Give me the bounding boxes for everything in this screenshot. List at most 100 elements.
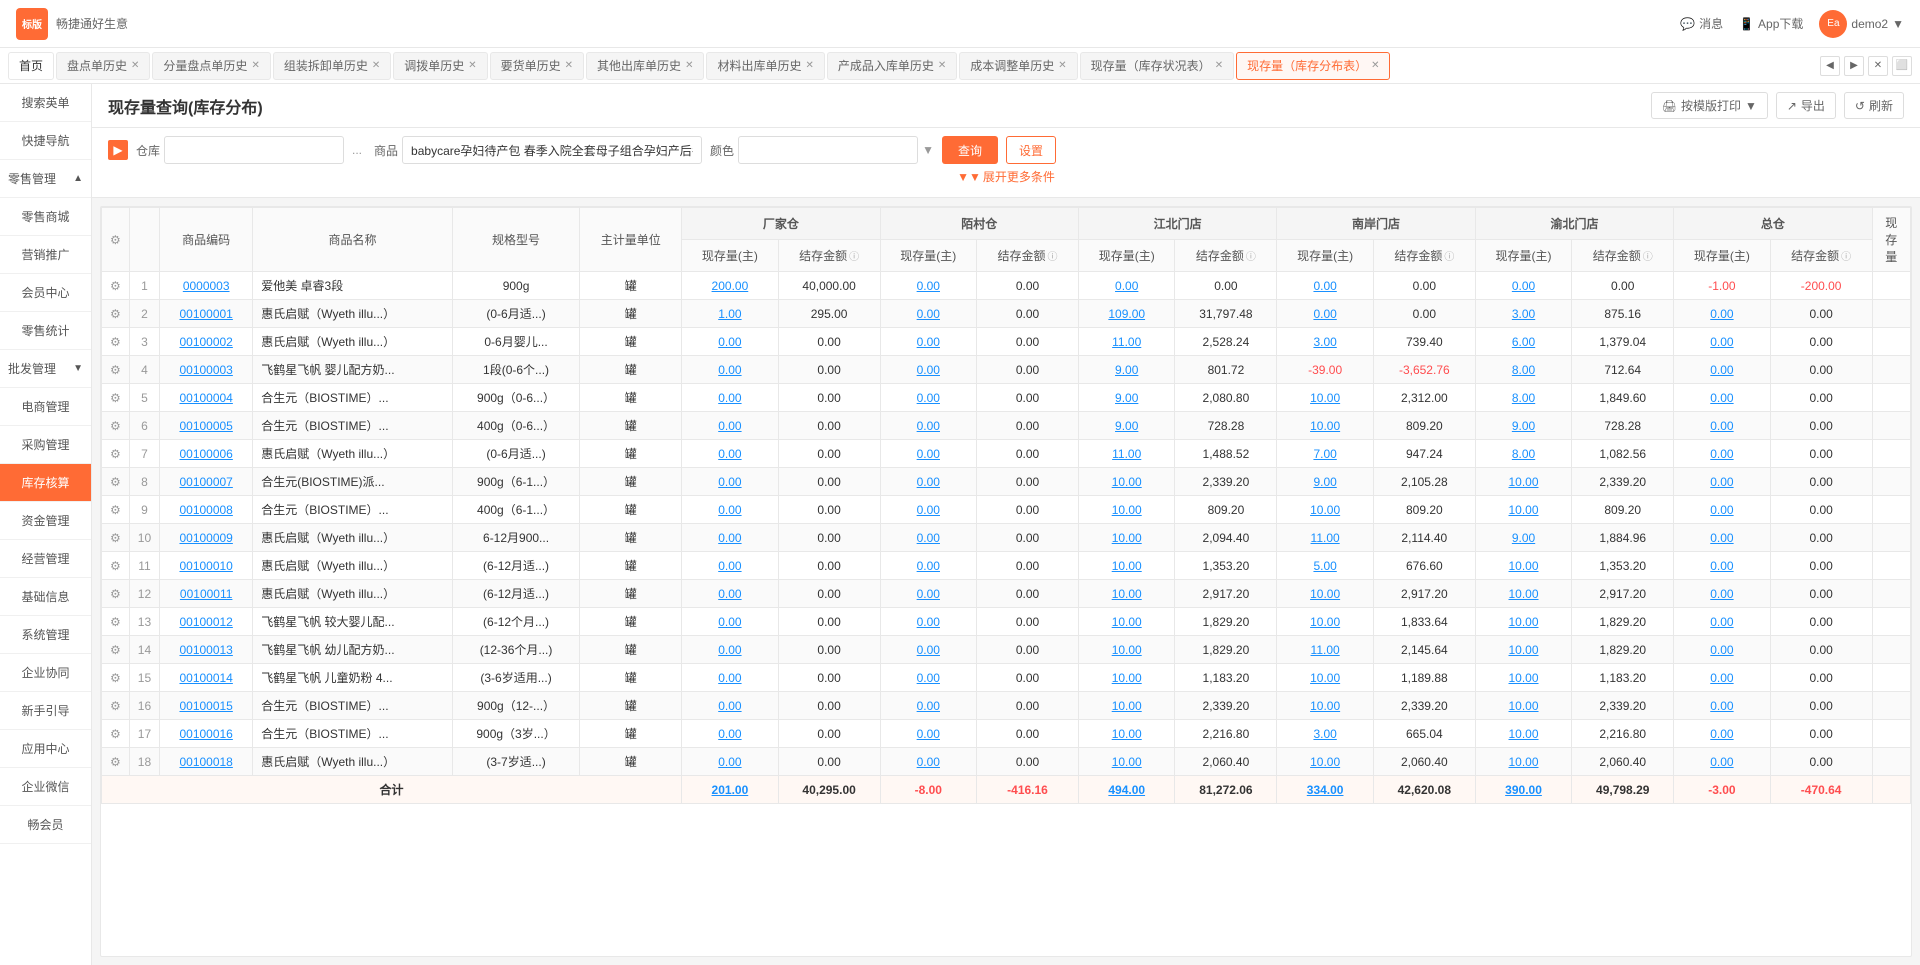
col-yb-qty[interactable]: 6.00	[1475, 328, 1572, 356]
col-fj-qty[interactable]: 0.00	[682, 384, 779, 412]
tab-pandian[interactable]: 盘点单历史 ✕	[56, 52, 150, 80]
row-settings-icon[interactable]: ⚙	[110, 307, 121, 321]
col-jb-qty[interactable]: 10.00	[1078, 524, 1175, 552]
row-settings-icon[interactable]: ⚙	[110, 671, 121, 685]
user-profile[interactable]: Ea demo2 ▼	[1819, 10, 1904, 38]
tab-close-2[interactable]: ✕	[251, 60, 259, 71]
col-yb-qty[interactable]: 10.00	[1475, 748, 1572, 776]
sidebar-item-vip[interactable]: 畅会员	[0, 806, 91, 844]
col-code[interactable]: 00100007	[160, 468, 253, 496]
col-na-qty[interactable]: 7.00	[1277, 440, 1374, 468]
tab-close-9[interactable]: ✕	[1058, 60, 1066, 71]
col-jb-qty[interactable]: 10.00	[1078, 692, 1175, 720]
col-total-qty[interactable]: 0.00	[1674, 580, 1771, 608]
col-mc-qty[interactable]: 0.00	[880, 412, 977, 440]
col-mc-qty[interactable]: 0.00	[880, 356, 977, 384]
col-fj-qty[interactable]: 200.00	[682, 272, 779, 300]
col-fj-qty[interactable]: 0.00	[682, 636, 779, 664]
col-yb-qty[interactable]: 8.00	[1475, 440, 1572, 468]
col-yb-qty[interactable]: 10.00	[1475, 496, 1572, 524]
col-mc-qty[interactable]: 0.00	[880, 664, 977, 692]
tab-fenpan[interactable]: 分量盘点单历史 ✕	[152, 52, 270, 80]
tab-close-4[interactable]: ✕	[468, 60, 476, 71]
sidebar-item-member[interactable]: 会员中心	[0, 274, 91, 312]
tab-yaohuo[interactable]: 要货单历史 ✕	[490, 52, 584, 80]
col-yb-qty[interactable]: 10.00	[1475, 580, 1572, 608]
row-settings-icon[interactable]: ⚙	[110, 335, 121, 349]
row-settings-icon[interactable]: ⚙	[110, 279, 121, 293]
col-code[interactable]: 00100014	[160, 664, 253, 692]
tab-maximize-btn[interactable]: ⬜	[1892, 56, 1912, 76]
col-code[interactable]: 00100001	[160, 300, 253, 328]
info-icon-4[interactable]: ⓘ	[1444, 252, 1454, 263]
warehouse-more-btn[interactable]: ...	[348, 143, 366, 157]
info-icon-3[interactable]: ⓘ	[1246, 252, 1256, 263]
sidebar-item-purchase[interactable]: 采购管理	[0, 426, 91, 464]
col-total-qty[interactable]: 0.00	[1674, 524, 1771, 552]
tab-close-11[interactable]: ✕	[1371, 60, 1379, 71]
row-settings-icon[interactable]: ⚙	[110, 643, 121, 657]
col-total-qty[interactable]: 0.00	[1674, 636, 1771, 664]
col-jb-qty[interactable]: 9.00	[1078, 356, 1175, 384]
col-total-qty[interactable]: 0.00	[1674, 608, 1771, 636]
tab-close-6[interactable]: ✕	[685, 60, 693, 71]
sidebar-item-marketing[interactable]: 营销推广	[0, 236, 91, 274]
tab-xiancun-dist[interactable]: 现存量（库存分布表） ✕	[1236, 52, 1390, 80]
col-yb-qty[interactable]: 10.00	[1475, 692, 1572, 720]
col-na-qty[interactable]: 10.00	[1277, 664, 1374, 692]
col-fj-qty[interactable]: 1.00	[682, 300, 779, 328]
row-settings-icon[interactable]: ⚙	[110, 755, 121, 769]
col-total-qty[interactable]: 0.00	[1674, 664, 1771, 692]
col-na-qty[interactable]: 9.00	[1277, 468, 1374, 496]
col-fj-qty[interactable]: 0.00	[682, 440, 779, 468]
col-yb-qty[interactable]: 10.00	[1475, 608, 1572, 636]
col-jb-qty[interactable]: 10.00	[1078, 636, 1175, 664]
tab-next-btn[interactable]: ▶	[1844, 56, 1864, 76]
row-settings-icon[interactable]: ⚙	[110, 475, 121, 489]
col-na-qty[interactable]: 5.00	[1277, 552, 1374, 580]
col-yb-qty[interactable]: 10.00	[1475, 552, 1572, 580]
col-code[interactable]: 00100005	[160, 412, 253, 440]
col-fj-qty[interactable]: 0.00	[682, 692, 779, 720]
tab-zuhe[interactable]: 组装拆卸单历史 ✕	[273, 52, 391, 80]
col-code[interactable]: 00100002	[160, 328, 253, 356]
row-settings-icon[interactable]: ⚙	[110, 419, 121, 433]
tab-close-3[interactable]: ✕	[372, 60, 380, 71]
message-btn[interactable]: 💬 消息	[1680, 15, 1723, 32]
col-na-qty[interactable]: 0.00	[1277, 300, 1374, 328]
col-mc-qty[interactable]: 0.00	[880, 608, 977, 636]
col-fj-qty[interactable]: 0.00	[682, 748, 779, 776]
sidebar-item-guide[interactable]: 新手引导	[0, 692, 91, 730]
refresh-btn[interactable]: ↺ 刷新	[1844, 92, 1904, 119]
col-total-qty[interactable]: 0.00	[1674, 356, 1771, 384]
row-settings-icon[interactable]: ⚙	[110, 699, 121, 713]
tab-prev-btn[interactable]: ◀	[1820, 56, 1840, 76]
col-code[interactable]: 00100013	[160, 636, 253, 664]
col-na-qty[interactable]: 0.00	[1277, 272, 1374, 300]
col-fj-qty[interactable]: 0.00	[682, 468, 779, 496]
col-total-qty[interactable]: 0.00	[1674, 300, 1771, 328]
col-total-qty[interactable]: 0.00	[1674, 552, 1771, 580]
col-mc-qty[interactable]: 0.00	[880, 552, 977, 580]
total-mc-qty[interactable]: -8.00	[880, 776, 977, 804]
col-fj-qty[interactable]: 0.00	[682, 328, 779, 356]
tab-close[interactable]: ✕	[131, 60, 139, 71]
col-code[interactable]: 0000003	[160, 272, 253, 300]
col-fj-qty[interactable]: 0.00	[682, 356, 779, 384]
row-settings-icon[interactable]: ⚙	[110, 559, 121, 573]
tab-close-8[interactable]: ✕	[938, 60, 946, 71]
col-code[interactable]: 00100018	[160, 748, 253, 776]
print-btn[interactable]: 🖨 按模版打印 ▼	[1651, 92, 1768, 119]
tab-close-all-btn[interactable]: ✕	[1868, 56, 1888, 76]
sidebar-item-search[interactable]: 搜索英单	[0, 84, 91, 122]
tab-chengben[interactable]: 成本调整单历史 ✕	[959, 52, 1077, 80]
sidebar-item-retail-mgmt[interactable]: 零售管理▲	[0, 160, 91, 198]
col-jb-qty[interactable]: 10.00	[1078, 580, 1175, 608]
col-total-qty[interactable]: 0.00	[1674, 692, 1771, 720]
col-code[interactable]: 00100003	[160, 356, 253, 384]
col-total-qty[interactable]: 0.00	[1674, 720, 1771, 748]
col-na-qty[interactable]: 11.00	[1277, 524, 1374, 552]
sidebar-item-collab[interactable]: 企业协同	[0, 654, 91, 692]
col-na-qty[interactable]: 10.00	[1277, 580, 1374, 608]
info-icon-1[interactable]: ⓘ	[849, 252, 859, 263]
